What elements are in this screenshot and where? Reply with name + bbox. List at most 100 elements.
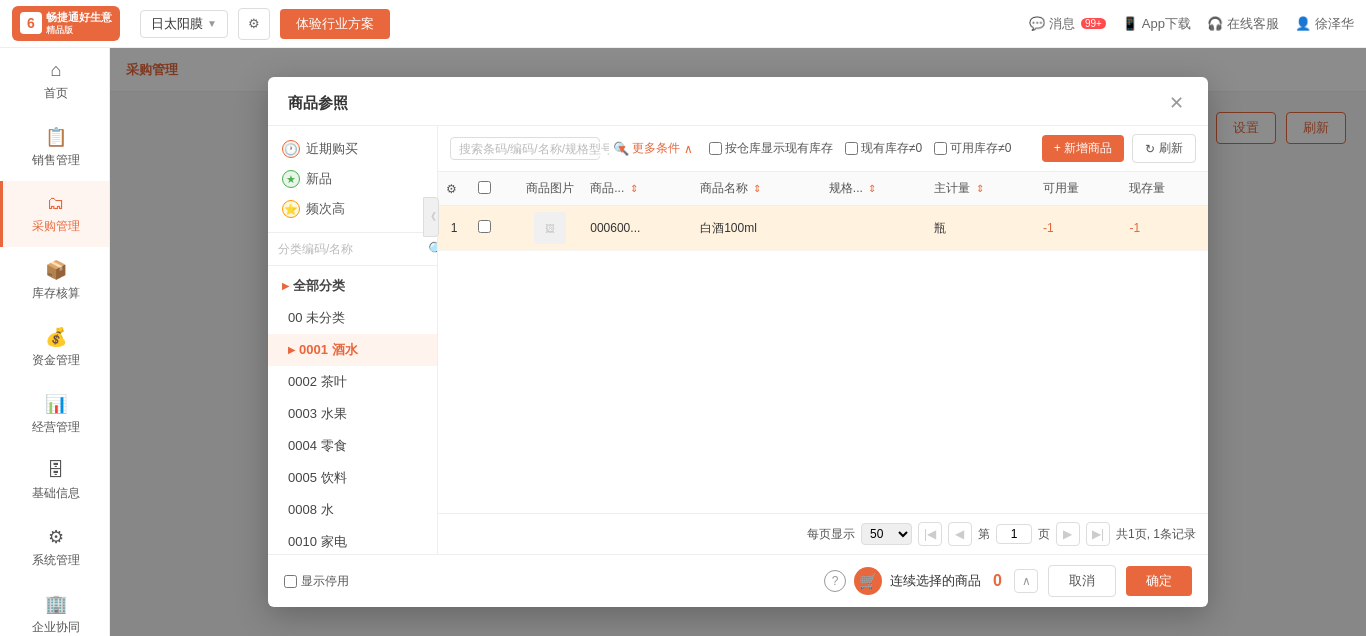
pagination-bar: 每页显示 50 10 20 100 |◀ ◀ 第 页 (438, 513, 1208, 554)
sidebar-item-basic[interactable]: 🗄 基础信息 (0, 448, 109, 514)
product-search-input[interactable] (459, 142, 609, 156)
tab-new[interactable]: ★ 新品 (268, 164, 437, 194)
page-label-after: 页 (1038, 526, 1050, 543)
available-not-zero-checkbox[interactable] (845, 142, 858, 155)
table-header-row: ⚙ 商品图片 商品... ⇕ (438, 172, 1208, 206)
category-item-00[interactable]: 00 未分类 (268, 302, 437, 334)
sidebar-label-system: 系统管理 (32, 552, 80, 569)
basic-icon: 🗄 (47, 460, 65, 481)
sidebar-label-inventory: 库存核算 (32, 285, 80, 302)
category-item-0001[interactable]: 0001 酒水 (268, 334, 437, 366)
product-search-box: 🔍 (450, 137, 600, 160)
table-header-spec[interactable]: 规格... ⇕ (821, 172, 926, 206)
sidebar-label-enterprise: 企业协同 (32, 619, 80, 636)
name-sort-icon: ⇕ (753, 183, 761, 194)
category-search-row: 🔍 (268, 233, 437, 266)
settings-icon[interactable]: ⚙ (238, 8, 270, 40)
recent-icon: 🕐 (282, 140, 300, 158)
row-available: -1 (1035, 206, 1122, 251)
help-icon[interactable]: ? (824, 570, 846, 592)
show-disabled-row: 显示停用 (284, 573, 349, 590)
row-code: 000600... (582, 206, 692, 251)
main-layout: ⌂ 首页 📋 销售管理 🗂 采购管理 📦 库存核算 💰 资金管理 📊 经营管理 … (0, 48, 1366, 636)
row-checkbox[interactable] (478, 220, 491, 233)
message-icon: 💬 (1029, 16, 1045, 31)
username-label: 徐泽华 (1315, 15, 1354, 33)
app-logo[interactable]: 6 畅捷通好生意 精品版 (12, 6, 120, 41)
sidebar-item-system[interactable]: ⚙ 系统管理 (0, 514, 109, 581)
user-item[interactable]: 👤 徐泽华 (1295, 15, 1354, 33)
sidebar-label-home: 首页 (44, 85, 68, 102)
last-page-button[interactable]: ▶| (1086, 522, 1110, 546)
modal-header: 商品参照 ✕ (268, 77, 1208, 126)
category-item-0004[interactable]: 0004 零食 (268, 430, 437, 462)
category-item-0008[interactable]: 0008 水 (268, 494, 437, 526)
row-image-cell: 🖼 (518, 206, 582, 251)
purchase-icon: 🗂 (47, 193, 65, 214)
sidebar-item-operations[interactable]: 📊 经营管理 (0, 381, 109, 448)
show-disabled-checkbox[interactable] (284, 575, 297, 588)
table-header-code[interactable]: 商品... ⇕ (582, 172, 692, 206)
warehouse-checkbox[interactable] (709, 142, 722, 155)
cancel-button[interactable]: 取消 (1048, 565, 1116, 597)
refresh-icon: ↻ (1145, 142, 1155, 156)
first-page-button[interactable]: |◀ (918, 522, 942, 546)
selector-chevron: ▼ (207, 18, 217, 29)
category-item-0010[interactable]: 0010 家电 (268, 526, 437, 554)
category-item-0003[interactable]: 0003 水果 (268, 398, 437, 430)
usable-not-zero-checkbox[interactable] (934, 142, 947, 155)
sidebar-item-home[interactable]: ⌂ 首页 (0, 48, 109, 114)
category-0005-label: 0005 饮料 (288, 469, 347, 487)
operations-icon: 📊 (45, 393, 67, 415)
app-download-item[interactable]: 📱 App下载 (1122, 15, 1191, 33)
cart-collapse-button[interactable]: ∧ (1014, 569, 1038, 593)
next-page-button[interactable]: ▶ (1056, 522, 1080, 546)
prev-page-button[interactable]: ◀ (948, 522, 972, 546)
refresh-button[interactable]: ↻ 刷新 (1132, 134, 1196, 163)
modal-body: 🕐 近期购买 ★ 新品 ⭐ 频次高 (268, 126, 1208, 554)
more-filter-button[interactable]: ▼ 更多条件 ∧ (608, 137, 701, 160)
usable-not-zero-label[interactable]: 可用库存≠0 (934, 140, 1011, 157)
table-header-gear[interactable]: ⚙ (438, 172, 470, 206)
warehouse-checkbox-label[interactable]: 按仓库显示现有库存 (709, 140, 833, 157)
collapse-panel-button[interactable]: 《 (423, 197, 438, 237)
store-selector[interactable]: 日太阳膜 ▼ (140, 10, 228, 38)
home-icon: ⌂ (51, 60, 62, 81)
modal-footer: 显示停用 ? 🛒 连续选择的商品 0 ∧ 取消 确定 (268, 554, 1208, 607)
category-search-icon[interactable]: 🔍 (428, 241, 438, 257)
modal-overlay: 商品参照 ✕ 🕐 近期购买 ★ (110, 48, 1366, 636)
category-item-0002[interactable]: 0002 茶叶 (268, 366, 437, 398)
cart-icon[interactable]: 🛒 (854, 567, 882, 595)
sidebar-label-purchase: 采购管理 (32, 218, 80, 235)
category-search-input[interactable] (278, 242, 428, 256)
table-header-stock: 现存量 (1121, 172, 1208, 206)
sidebar-item-inventory[interactable]: 📦 库存核算 (0, 247, 109, 314)
message-item[interactable]: 💬 消息 99+ (1029, 15, 1106, 33)
available-not-zero-label[interactable]: 现有库存≠0 (845, 140, 922, 157)
select-all-checkbox[interactable] (478, 181, 491, 194)
trial-button[interactable]: 体验行业方案 (280, 9, 390, 39)
toolbar-checkboxes: 按仓库显示现有库存 现有库存≠0 可用库存≠0 (709, 140, 1012, 157)
modal-close-button[interactable]: ✕ (1164, 91, 1188, 115)
sidebar-item-sales[interactable]: 📋 销售管理 (0, 114, 109, 181)
category-item-0005[interactable]: 0005 饮料 (268, 462, 437, 494)
store-name: 日太阳膜 (151, 15, 203, 33)
code-sort-icon: ⇕ (630, 183, 638, 194)
tab-recent[interactable]: 🕐 近期购买 (268, 134, 437, 164)
modal-left-panel: 🕐 近期购买 ★ 新品 ⭐ 频次高 (268, 126, 438, 554)
sidebar-item-purchase[interactable]: 🗂 采购管理 (0, 181, 109, 247)
add-product-button[interactable]: + 新增商品 (1042, 135, 1124, 162)
table-header-name[interactable]: 商品名称 ⇕ (692, 172, 821, 206)
online-service-item[interactable]: 🎧 在线客服 (1207, 15, 1279, 33)
page-number-input[interactable] (996, 524, 1032, 544)
category-item-all[interactable]: 全部分类 (268, 270, 437, 302)
tab-frequent[interactable]: ⭐ 频次高 (268, 194, 437, 224)
avatar-icon: 👤 (1295, 16, 1311, 31)
table-header-unit[interactable]: 主计量 ⇕ (926, 172, 1035, 206)
confirm-button[interactable]: 确定 (1126, 566, 1192, 596)
table-header-checkbox (470, 172, 518, 206)
sidebar-item-enterprise[interactable]: 🏢 企业协同 (0, 581, 109, 636)
table-row[interactable]: 1 🖼 (438, 206, 1208, 251)
per-page-select[interactable]: 50 10 20 100 (861, 523, 912, 545)
sidebar-item-finance[interactable]: 💰 资金管理 (0, 314, 109, 381)
